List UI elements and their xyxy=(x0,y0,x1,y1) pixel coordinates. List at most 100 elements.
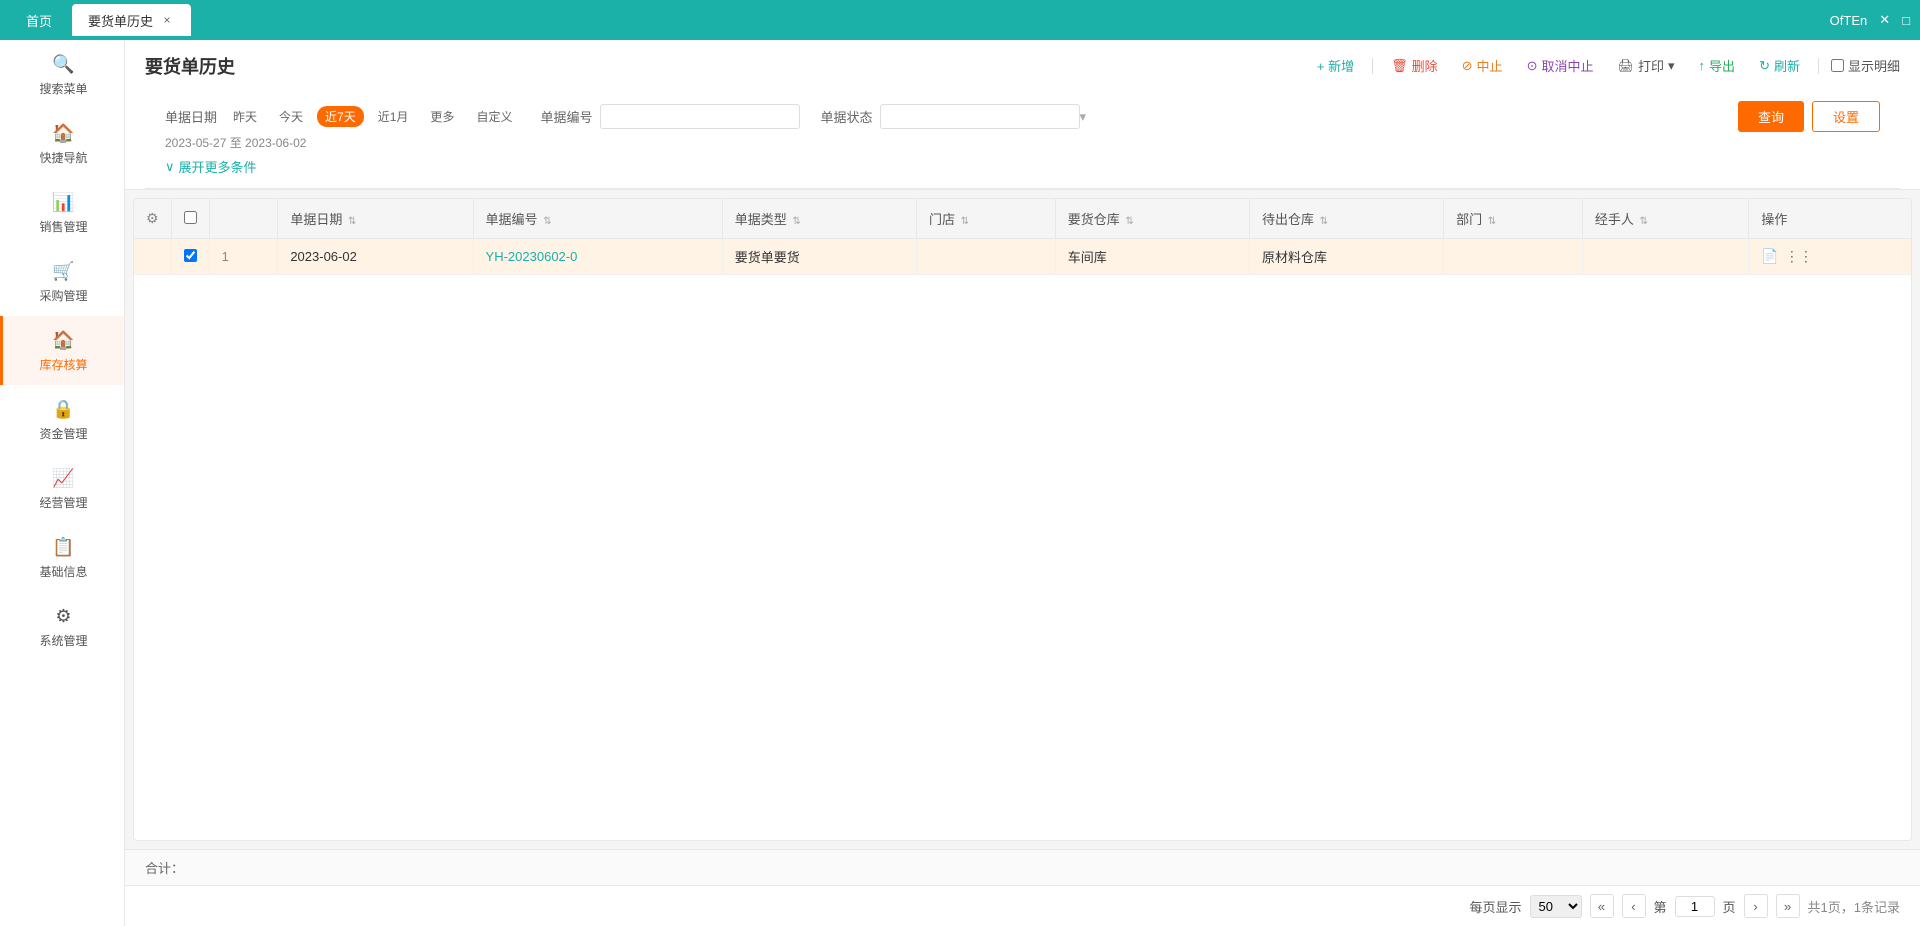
ops-mgmt-icon: 📈 xyxy=(52,466,76,490)
display-detail-button[interactable]: 显示明细 xyxy=(1831,56,1900,75)
th-dept[interactable]: 部门 ⇅ xyxy=(1444,199,1583,239)
sidebar-item-system-mgmt[interactable]: ⚙ 系统管理 xyxy=(0,592,124,661)
page-title-row: 要货单历史 + 新增 🗑 删除 ⊘ 中止 ⊙ 取消中止 xyxy=(145,52,1900,79)
docno-filter-group: 单据编号 xyxy=(540,104,800,129)
sort-dept-icon[interactable]: ⇅ xyxy=(1488,216,1496,227)
column-settings-icon[interactable]: ⚙ xyxy=(146,210,159,226)
last-page-button[interactable]: » xyxy=(1776,894,1800,918)
first-page-button[interactable]: « xyxy=(1590,894,1614,918)
date-btn-yesterday[interactable]: 昨天 xyxy=(225,106,265,127)
th-doc-date[interactable]: 单据日期 ⇅ xyxy=(278,199,473,239)
sidebar-label-ops-mgmt: 经营管理 xyxy=(39,494,87,511)
status-dropdown-icon[interactable]: ▾ xyxy=(1073,109,1092,125)
status-input[interactable] xyxy=(881,105,1073,128)
page-size-select[interactable]: 50 20 100 200 xyxy=(1530,895,1582,918)
expand-more-button[interactable]: ∨ 展开更多条件 xyxy=(165,151,1880,178)
page-header: 要货单历史 + 新增 🗑 删除 ⊘ 中止 ⊙ 取消中止 xyxy=(125,40,1920,190)
table-header-row: ⚙ 单据日期 ⇅ 单据编号 ⇅ xyxy=(134,199,1911,239)
sidebar-item-purchase-mgmt[interactable]: 🛒 采购管理 xyxy=(0,247,124,316)
quick-nav-icon: 🏠 xyxy=(52,121,76,145)
display-detail-checkbox[interactable] xyxy=(1831,59,1844,72)
export-button[interactable]: ↑ 导出 xyxy=(1693,52,1742,79)
sort-store-icon[interactable]: ⇅ xyxy=(961,216,969,227)
th-doc-no-label: 单据编号 xyxy=(486,212,538,227)
divider2 xyxy=(1818,58,1819,74)
date-filter-group: 单据日期 昨天 今天 近7天 近1月 更多 自定义 xyxy=(165,106,520,127)
date-range-display: 2023-05-27 至 2023-06-02 xyxy=(165,134,1880,151)
search-menu-icon: 🔍 xyxy=(52,52,76,76)
filter-actions: 查询 设置 xyxy=(1738,101,1880,132)
th-handler[interactable]: 经手人 ⇅ xyxy=(1582,199,1748,239)
date-btn-7days[interactable]: 近7天 xyxy=(317,106,364,127)
date-btn-today[interactable]: 今天 xyxy=(271,106,311,127)
sidebar-item-basic-info[interactable]: 📋 基础信息 xyxy=(0,523,124,592)
tab-home[interactable]: 首页 xyxy=(10,4,68,36)
stop-label: 中止 xyxy=(1477,56,1503,75)
sort-req-warehouse-icon[interactable]: ⇅ xyxy=(1125,216,1133,227)
page-number-input[interactable]: 1 xyxy=(1675,896,1715,917)
sidebar-item-search-menu[interactable]: 🔍 搜索菜单 xyxy=(0,40,124,109)
sidebar-item-ops-mgmt[interactable]: 📈 经营管理 xyxy=(0,454,124,523)
tab-close-icon[interactable]: × xyxy=(159,12,175,28)
sort-doc-no-icon[interactable]: ⇅ xyxy=(543,216,551,227)
delete-button[interactable]: 🗑 删除 xyxy=(1385,52,1444,79)
th-doc-type-label: 单据类型 xyxy=(735,212,787,227)
next-page-button[interactable]: › xyxy=(1744,894,1768,918)
row-more-icon[interactable]: ⋮⋮ xyxy=(1785,248,1813,265)
sidebar-item-finance-mgmt[interactable]: 🔒 资金管理 xyxy=(0,385,124,454)
doc-no-link[interactable]: YH-20230602-0 xyxy=(486,249,578,264)
often-label: OfTEn xyxy=(1830,13,1868,28)
settings-button[interactable]: 设置 xyxy=(1812,101,1880,132)
page-label-after: 页 xyxy=(1723,897,1736,916)
td-handler xyxy=(1582,239,1748,275)
sidebar-item-inventory[interactable]: 🏠 库存核算 xyxy=(0,316,124,385)
new-button[interactable]: + 新增 xyxy=(1311,52,1360,79)
table-footer: 合计： xyxy=(125,849,1920,885)
sort-doc-type-icon[interactable]: ⇅ xyxy=(792,216,800,227)
refresh-button[interactable]: ↻ 刷新 xyxy=(1753,52,1806,79)
minimize-icon[interactable]: □ xyxy=(1902,13,1910,28)
print-button[interactable]: 🖨 打印 ▾ xyxy=(1611,52,1680,79)
sidebar-label-quick-nav: 快捷导航 xyxy=(39,149,87,166)
sidebar-label-basic-info: 基础信息 xyxy=(39,563,87,580)
finance-mgmt-icon: 🔒 xyxy=(52,397,76,421)
docno-input[interactable] xyxy=(600,104,800,129)
row-edit-icon[interactable]: 📄 xyxy=(1761,248,1778,265)
toolbar: + 新增 🗑 删除 ⊘ 中止 ⊙ 取消中止 🖨 xyxy=(1311,52,1900,79)
tab-requisition-history[interactable]: 要货单历史 × xyxy=(72,4,191,36)
page-size-label: 每页显示 xyxy=(1469,897,1521,916)
date-options: 昨天 今天 近7天 近1月 更多 自定义 xyxy=(225,106,520,127)
th-rownum xyxy=(209,199,278,239)
sort-doc-date-icon[interactable]: ⇅ xyxy=(348,216,356,227)
row-checkbox[interactable] xyxy=(184,249,197,262)
filter-area: 单据日期 昨天 今天 近7天 近1月 更多 自定义 单据编号 xyxy=(145,91,1900,189)
sidebar-label-inventory: 库存核算 xyxy=(39,356,87,373)
sidebar-item-quick-nav[interactable]: 🏠 快捷导航 xyxy=(0,109,124,178)
prev-page-button[interactable]: ‹ xyxy=(1622,894,1646,918)
cancel-stop-button[interactable]: ⊙ 取消中止 xyxy=(1521,52,1600,79)
date-btn-more[interactable]: 更多 xyxy=(422,106,462,127)
table-row: 1 2023-06-02 YH-20230602-0 要货单要货 车间库 原材料… xyxy=(134,239,1911,275)
th-doc-type[interactable]: 单据类型 ⇅ xyxy=(722,199,916,239)
select-all-checkbox[interactable] xyxy=(184,211,197,224)
status-filter-group: 单据状态 ▾ xyxy=(820,104,1080,129)
sort-handler-icon[interactable]: ⇅ xyxy=(1640,216,1648,227)
date-btn-custom[interactable]: 自定义 xyxy=(468,106,520,127)
print-dropdown-icon: ▾ xyxy=(1668,58,1675,74)
th-req-warehouse[interactable]: 要货仓库 ⇅ xyxy=(1055,199,1249,239)
sort-wait-warehouse-icon[interactable]: ⇅ xyxy=(1320,216,1328,227)
th-doc-no[interactable]: 单据编号 ⇅ xyxy=(473,199,722,239)
row-num: 1 xyxy=(222,249,229,264)
close-window-icon[interactable]: ✕ xyxy=(1879,12,1890,28)
th-doc-date-label: 单据日期 xyxy=(290,212,342,227)
th-checkbox xyxy=(171,199,209,239)
export-icon: ↑ xyxy=(1699,58,1706,73)
th-wait-warehouse[interactable]: 待出仓库 ⇅ xyxy=(1249,199,1443,239)
date-btn-1month[interactable]: 近1月 xyxy=(370,106,417,127)
sidebar-item-sales-mgmt[interactable]: 📊 销售管理 xyxy=(0,178,124,247)
th-store[interactable]: 门店 ⇅ xyxy=(916,199,1055,239)
stop-button[interactable]: ⊘ 中止 xyxy=(1456,52,1509,79)
content-area: 要货单历史 + 新增 🗑 删除 ⊘ 中止 ⊙ 取消中止 xyxy=(125,40,1920,926)
query-button[interactable]: 查询 xyxy=(1738,101,1804,132)
page-title: 要货单历史 xyxy=(145,53,235,79)
